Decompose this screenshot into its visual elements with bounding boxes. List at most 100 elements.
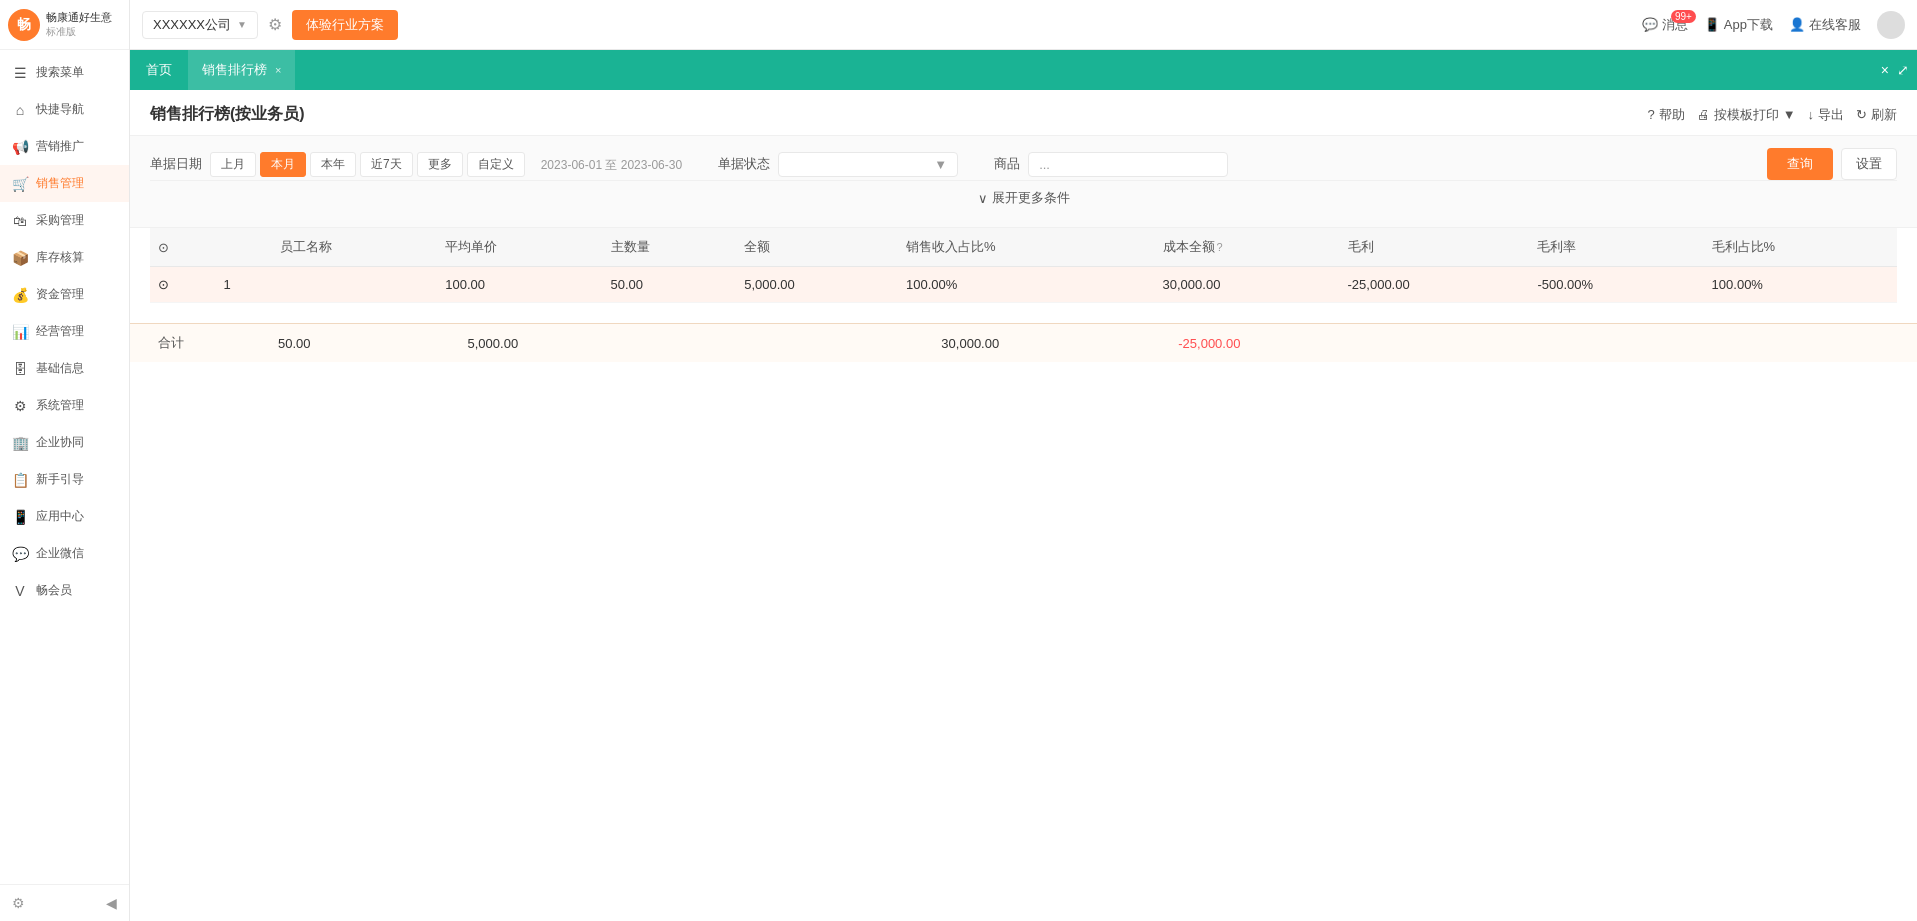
tab-home[interactable]: 首页: [130, 50, 188, 90]
sidebar-item-member[interactable]: V 畅会员: [0, 572, 129, 609]
tabbar-actions: × ⤢: [1881, 62, 1917, 78]
main: XXXXXX公司 ▼ ⚙ 体验行业方案 💬 消息 99+ 📱 App下载 👤 在…: [130, 0, 1917, 921]
export-button[interactable]: ↓ 导出: [1808, 106, 1845, 124]
tab-sales-ranking[interactable]: 销售排行榜 ×: [188, 50, 295, 90]
data-table-container: ⊙员工名称平均单价主数量全额销售收入占比%成本全额?毛利毛利率毛利占比% ⊙11…: [130, 228, 1917, 323]
header-actions: ? 帮助 🖨 按模板打印 ▼ ↓ 导出 ↻ 刷新: [1647, 106, 1897, 124]
expand-filters-button[interactable]: ∨ 展开更多条件: [978, 189, 1070, 207]
tab-label: 销售排行榜: [202, 61, 267, 79]
trial-button[interactable]: 体验行业方案: [292, 10, 398, 40]
logo-text-block: 畅康通好生意 标准版: [46, 10, 112, 38]
tab-close-icon[interactable]: ×: [275, 64, 281, 76]
settings-icon[interactable]: ⚙: [12, 895, 25, 911]
service-label: 在线客服: [1809, 16, 1861, 34]
sidebar-label-shortcut: 快捷导航: [36, 101, 84, 118]
company-selector[interactable]: XXXXXX公司 ▼: [142, 11, 258, 39]
date-btn-自定义[interactable]: 自定义: [467, 152, 525, 177]
footer-qty: 50.00: [278, 336, 468, 351]
col-tooltip-icon-cost[interactable]: ?: [1217, 241, 1223, 253]
cell-cost: 30,000.00: [1155, 267, 1340, 303]
sidebar-item-operations[interactable]: 📊 经营管理: [0, 313, 129, 350]
help-icon: ?: [1647, 107, 1654, 122]
tab-minimize-icon[interactable]: ×: [1881, 62, 1889, 78]
sidebar-item-shortcut[interactable]: ⌂ 快捷导航: [0, 91, 129, 128]
sidebar-nav: ☰ 搜索菜单 ⌂ 快捷导航 📢 营销推广 🛒 销售管理 🛍 采购管理 📦 库存核…: [0, 50, 129, 884]
date-range-display: 2023-06-01 至 2023-06-30: [541, 155, 682, 174]
sidebar-label-apps: 应用中心: [36, 508, 84, 525]
collapse-icon[interactable]: ◀: [106, 895, 117, 911]
online-service-button[interactable]: 👤 在线客服: [1789, 16, 1861, 34]
sidebar-item-enterprise[interactable]: 🏢 企业协同: [0, 424, 129, 461]
sidebar-icon-apps: 📱: [12, 509, 28, 525]
date-btn-近7天[interactable]: 近7天: [360, 152, 413, 177]
page-container: 销售排行榜(按业务员) ? 帮助 🖨 按模板打印 ▼ ↓ 导出: [130, 90, 1917, 921]
sidebar-icon-shortcut: ⌂: [12, 102, 28, 118]
help-button[interactable]: ? 帮助: [1647, 106, 1684, 124]
date-btn-上月[interactable]: 上月: [210, 152, 256, 177]
date-btn-本月[interactable]: 本月: [260, 152, 306, 177]
sidebar-item-wechat[interactable]: 💬 企业微信: [0, 535, 129, 572]
sidebar-item-purchase[interactable]: 🛍 采购管理: [0, 202, 129, 239]
footer-label: 合计: [158, 334, 278, 352]
status-selector[interactable]: ▼: [778, 152, 958, 177]
sidebar-item-system[interactable]: ⚙ 系统管理: [0, 387, 129, 424]
logo-icon: 畅: [8, 9, 40, 41]
date-btn-本年[interactable]: 本年: [310, 152, 356, 177]
col-header-icon: ⊙: [150, 228, 216, 267]
print-label: 按模板打印: [1714, 106, 1779, 124]
sidebar-footer: ⚙ ◀: [0, 884, 129, 921]
footer-cost: 30,000.00: [941, 336, 1178, 351]
sidebar-item-apps[interactable]: 📱 应用中心: [0, 498, 129, 535]
filter-row-1: 单据日期 上月本月本年近7天更多自定义 2023-06-01 至 2023-06…: [150, 148, 1897, 180]
tab-maximize-icon[interactable]: ⤢: [1897, 62, 1909, 78]
cell-rank: 1: [216, 267, 272, 303]
col-header-qty: 主数量: [603, 228, 737, 267]
goods-input[interactable]: ...: [1028, 152, 1228, 177]
query-button[interactable]: 查询: [1767, 148, 1833, 180]
print-icon: 🖨: [1697, 107, 1710, 122]
expand-chevron: ∨: [978, 191, 988, 206]
topbar: XXXXXX公司 ▼ ⚙ 体验行业方案 💬 消息 99+ 📱 App下载 👤 在…: [130, 0, 1917, 50]
sidebar-item-guide[interactable]: 📋 新手引导: [0, 461, 129, 498]
table-footer: 合计 50.00 5,000.00 30,000.00 -25,000.00: [130, 323, 1917, 362]
table-head: ⊙员工名称平均单价主数量全额销售收入占比%成本全额?毛利毛利率毛利占比%: [150, 228, 1897, 267]
cell-gross_rate: -500.00%: [1529, 267, 1703, 303]
sidebar-item-sales[interactable]: 🛒 销售管理: [0, 165, 129, 202]
sidebar-icon-marketing: 📢: [12, 139, 28, 155]
sales-ranking-table: ⊙员工名称平均单价主数量全额销售收入占比%成本全额?毛利毛利率毛利占比% ⊙11…: [150, 228, 1897, 303]
sidebar-icon-guide: 📋: [12, 472, 28, 488]
print-button[interactable]: 🖨 按模板打印 ▼: [1697, 106, 1796, 124]
company-name: XXXXXX公司: [153, 16, 231, 34]
cell-sales_pct: 100.00%: [898, 267, 1155, 303]
logo: 畅 畅康通好生意 标准版: [0, 0, 129, 50]
cell-qty: 50.00: [603, 267, 737, 303]
sidebar-item-inventory[interactable]: 📦 库存核算: [0, 239, 129, 276]
expand-filters-row: ∨ 展开更多条件: [150, 180, 1897, 215]
cell-icon: ⊙: [150, 267, 216, 303]
app-label: App下载: [1724, 16, 1773, 34]
date-btn-更多[interactable]: 更多: [417, 152, 463, 177]
col-header-avg_price: 平均单价: [437, 228, 602, 267]
sidebar-label-purchase: 采购管理: [36, 212, 84, 229]
sidebar-item-finance[interactable]: 💰 资金管理: [0, 276, 129, 313]
page-title: 销售排行榜(按业务员): [150, 104, 305, 125]
app-download-button[interactable]: 📱 App下载: [1704, 16, 1773, 34]
message-button[interactable]: 💬 消息 99+: [1642, 16, 1688, 34]
topbar-settings-icon[interactable]: ⚙: [268, 15, 282, 34]
user-avatar[interactable]: [1877, 11, 1905, 39]
col-header-cost: 成本全额?: [1155, 228, 1340, 267]
filter-settings-button[interactable]: 设置: [1841, 148, 1897, 180]
sidebar-item-basic[interactable]: 🗄 基础信息: [0, 350, 129, 387]
footer-amount: 5,000.00: [468, 336, 705, 351]
topbar-right: 💬 消息 99+ 📱 App下载 👤 在线客服: [1642, 11, 1905, 39]
sidebar-label-finance: 资金管理: [36, 286, 84, 303]
msg-badge: 99+: [1671, 10, 1696, 23]
footer-gross: -25,000.00: [1178, 336, 1415, 351]
logo-sub: 标准版: [46, 25, 112, 39]
sidebar-item-marketing[interactable]: 📢 营销推广: [0, 128, 129, 165]
col-header-gross: 毛利: [1340, 228, 1530, 267]
refresh-button[interactable]: ↻ 刷新: [1856, 106, 1897, 124]
col-header-amount: 全额: [736, 228, 898, 267]
col-header-rank: [216, 228, 272, 267]
sidebar-item-search[interactable]: ☰ 搜索菜单: [0, 54, 129, 91]
